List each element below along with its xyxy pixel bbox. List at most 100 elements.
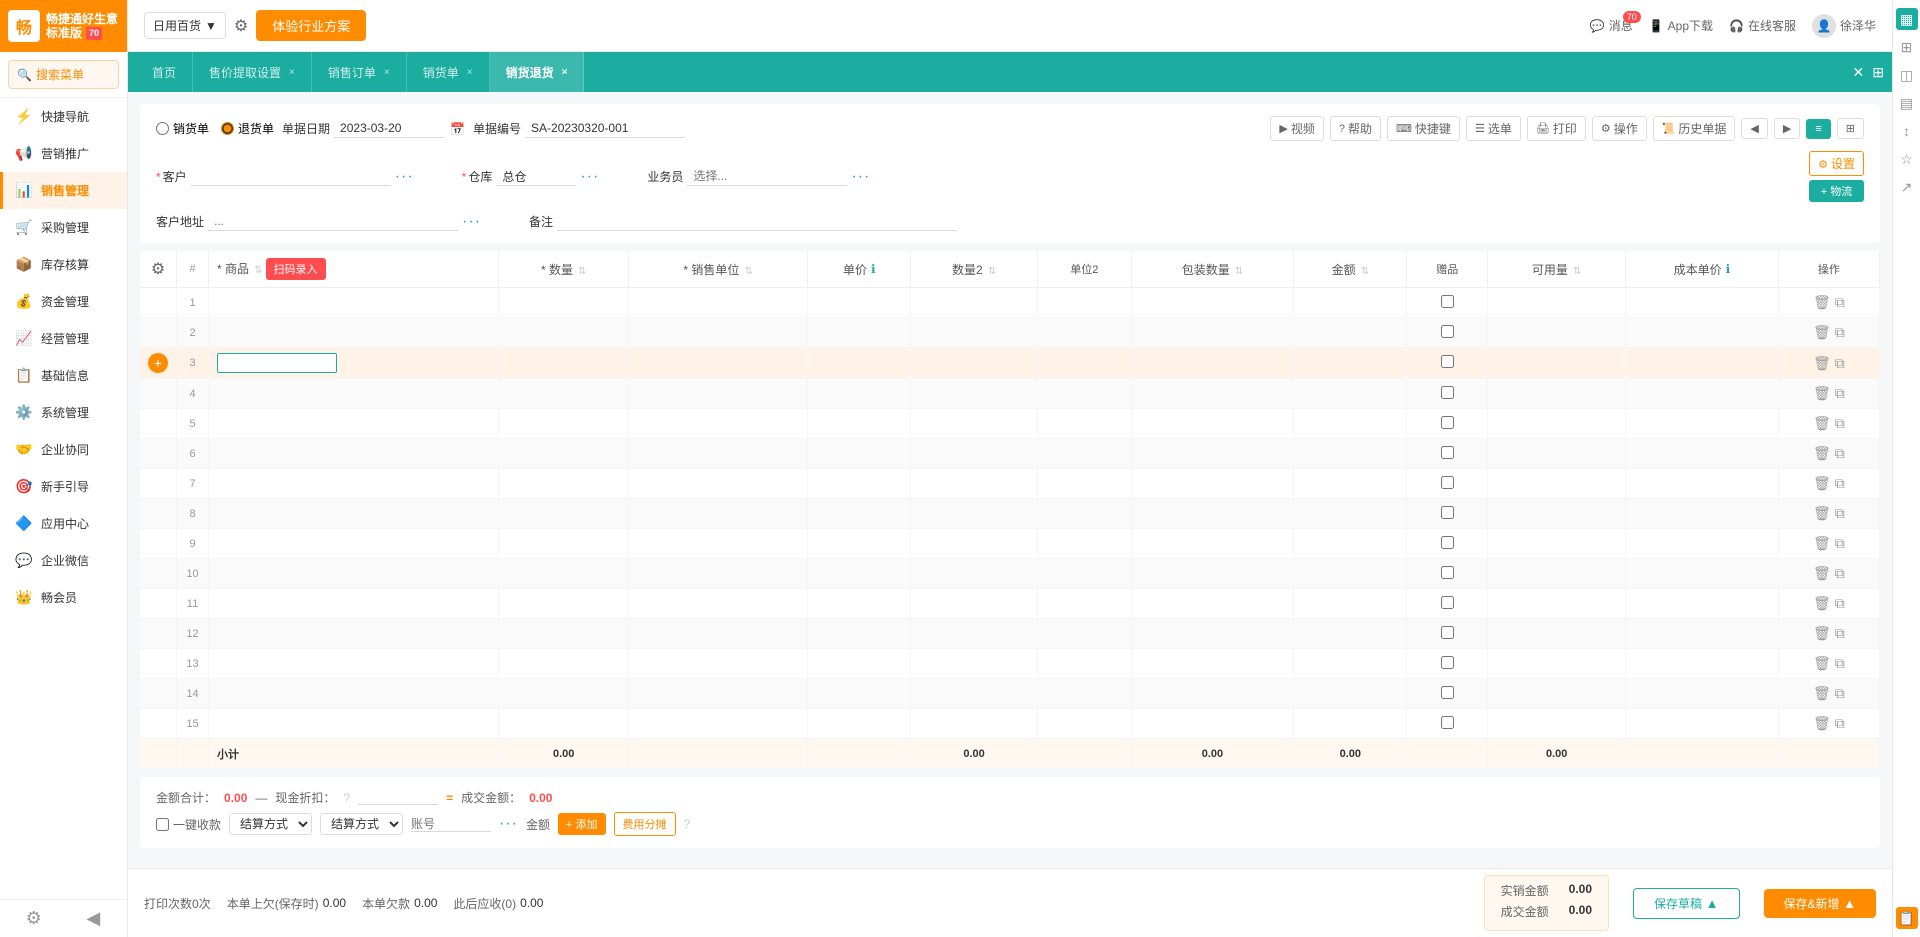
delete-row-btn[interactable]: 🗑	[1813, 415, 1831, 432]
delete-row-btn[interactable]: 🗑	[1813, 625, 1831, 642]
sales-rep-input[interactable]	[687, 167, 847, 186]
gift-checkbox[interactable]	[1441, 416, 1454, 429]
copy-row-btn[interactable]: ⧉	[1835, 355, 1845, 372]
product-cell[interactable]	[209, 649, 499, 679]
unit-price-info-icon[interactable]: ℹ	[871, 262, 876, 276]
product-cell[interactable]	[209, 318, 499, 348]
right-btn-4[interactable]: ▤	[1896, 92, 1918, 114]
help-btn[interactable]: ? 帮助	[1330, 116, 1381, 141]
sidebar-settings-button[interactable]: ⚙	[8, 908, 60, 929]
tab-price-settings[interactable]: 售价提取设置 ×	[193, 52, 312, 92]
one-key-checkbox-input[interactable]	[156, 818, 169, 831]
product-cell[interactable]	[209, 679, 499, 709]
sidebar-item-enterprise[interactable]: 🤝 企业协同	[0, 431, 127, 468]
logistics-btn[interactable]: + 物流	[1809, 180, 1864, 202]
gift-checkbox[interactable]	[1441, 386, 1454, 399]
online-service-button[interactable]: 🎧 在线客服	[1729, 17, 1796, 34]
add-row-btn[interactable]: +	[148, 353, 168, 373]
sales-rep-select-btn[interactable]: ···	[851, 168, 870, 186]
delete-row-btn[interactable]: 🗑	[1813, 565, 1831, 582]
gift-checkbox[interactable]	[1441, 566, 1454, 579]
copy-row-btn[interactable]: ⧉	[1835, 625, 1845, 642]
radio-delivery[interactable]: 销货单	[156, 120, 209, 137]
copy-row-btn[interactable]: ⧉	[1835, 385, 1845, 402]
close-price-settings-tab[interactable]: ×	[289, 67, 295, 78]
sidebar-item-inventory[interactable]: 📦 库存核算	[0, 246, 127, 283]
right-btn-3[interactable]: ◫	[1896, 64, 1918, 86]
delete-row-btn[interactable]: 🗑	[1813, 685, 1831, 702]
gift-checkbox[interactable]	[1441, 446, 1454, 459]
right-btn-2[interactable]: ⊞	[1896, 36, 1918, 58]
gift-checkbox[interactable]	[1441, 536, 1454, 549]
copy-row-btn[interactable]: ⧉	[1835, 445, 1845, 462]
gift-checkbox[interactable]	[1441, 476, 1454, 489]
next-record-btn[interactable]: ▶	[1774, 118, 1800, 139]
select-btn[interactable]: ☰ 选单	[1466, 116, 1521, 141]
sidebar-item-member[interactable]: 👑 畅会员	[0, 579, 127, 616]
copy-row-btn[interactable]: ⧉	[1835, 715, 1845, 732]
copy-row-btn[interactable]: ⧉	[1835, 595, 1845, 612]
sidebar-item-finance[interactable]: 💰 资金管理	[0, 283, 127, 320]
product-sort-icon[interactable]: ⇅	[254, 265, 262, 276]
sidebar-item-purchase[interactable]: 🛒 采购管理	[0, 209, 127, 246]
right-btn-1[interactable]: ▦	[1896, 8, 1918, 30]
calendar-icon[interactable]: 📅	[450, 122, 465, 136]
copy-row-btn[interactable]: ⧉	[1835, 324, 1845, 341]
close-tab-button[interactable]: ✕	[1853, 64, 1865, 81]
delete-row-btn[interactable]: 🗑	[1813, 655, 1831, 672]
right-btn-6[interactable]: ☆	[1896, 148, 1918, 170]
messages-button[interactable]: 💬 消息 70	[1590, 17, 1633, 34]
save-new-button[interactable]: 保存&新增 ▲	[1764, 889, 1877, 918]
scan-button[interactable]: 扫码录入	[266, 258, 326, 280]
tab-sales-return[interactable]: 销货退货 ×	[490, 52, 585, 92]
settlement-method-select[interactable]: 结算方式	[229, 813, 312, 835]
close-sales-return-tab[interactable]: ×	[562, 67, 568, 78]
cost-price-info-icon[interactable]: ℹ	[1726, 262, 1731, 276]
product-cell[interactable]	[209, 559, 499, 589]
gift-checkbox[interactable]	[1441, 325, 1454, 338]
copy-row-btn[interactable]: ⧉	[1835, 685, 1845, 702]
amount-sort-icon[interactable]: ⇅	[1361, 266, 1369, 277]
sidebar-item-apps[interactable]: 🔷 应用中心	[0, 505, 127, 542]
account-input[interactable]	[411, 817, 491, 832]
close-sales-order-tab[interactable]: ×	[384, 67, 390, 78]
right-btn-5[interactable]: ↕	[1896, 120, 1918, 142]
doc-num-input[interactable]	[525, 119, 685, 138]
copy-row-btn[interactable]: ⧉	[1835, 415, 1845, 432]
delivery-radio-input[interactable]	[156, 122, 169, 135]
list-view-btn[interactable]: ≡	[1806, 119, 1830, 139]
shortcut-btn[interactable]: ⌨ 快捷键	[1387, 116, 1460, 141]
header-settings-button[interactable]: ⚙	[234, 16, 248, 36]
notes-input[interactable]	[557, 212, 957, 231]
maximize-button[interactable]: ⊞	[1872, 64, 1884, 81]
address-input[interactable]	[208, 212, 458, 231]
product-cell[interactable]	[209, 469, 499, 499]
copy-row-btn[interactable]: ⧉	[1835, 655, 1845, 672]
one-key-payment-checkbox[interactable]: 一键收款	[156, 816, 221, 833]
gift-checkbox[interactable]	[1441, 656, 1454, 669]
delete-row-btn[interactable]: 🗑	[1813, 445, 1831, 462]
fee-help-icon[interactable]: ?	[684, 817, 691, 831]
product-input[interactable]	[217, 353, 337, 373]
product-cell[interactable]	[209, 529, 499, 559]
print-btn[interactable]: 🖨 打印	[1527, 116, 1586, 141]
settings-btn[interactable]: ⚙ 设置	[1809, 151, 1864, 176]
tab-sales-delivery[interactable]: 销货单 ×	[407, 52, 490, 92]
product-cell[interactable]	[209, 348, 499, 379]
module-selector[interactable]: 日用百货 ▼	[144, 12, 226, 39]
date-input[interactable]	[334, 119, 444, 138]
available-sort-icon[interactable]: ⇅	[1573, 266, 1581, 277]
account-select-btn[interactable]: ···	[499, 815, 518, 833]
sidebar-item-wechat[interactable]: 💬 企业微信	[0, 542, 127, 579]
copy-row-btn[interactable]: ⧉	[1835, 475, 1845, 492]
prev-record-btn[interactable]: ◀	[1741, 118, 1767, 139]
delete-row-btn[interactable]: 🗑	[1813, 294, 1831, 311]
warehouse-input[interactable]	[496, 167, 576, 186]
product-cell[interactable]	[209, 439, 499, 469]
product-cell[interactable]	[209, 288, 499, 318]
product-cell[interactable]	[209, 619, 499, 649]
delete-row-btn[interactable]: 🗑	[1813, 505, 1831, 522]
sidebar-item-operations[interactable]: 📈 经营管理	[0, 320, 127, 357]
delete-row-btn[interactable]: 🗑	[1813, 324, 1831, 341]
save-draft-button[interactable]: 保存草稿 ▲	[1633, 888, 1740, 919]
